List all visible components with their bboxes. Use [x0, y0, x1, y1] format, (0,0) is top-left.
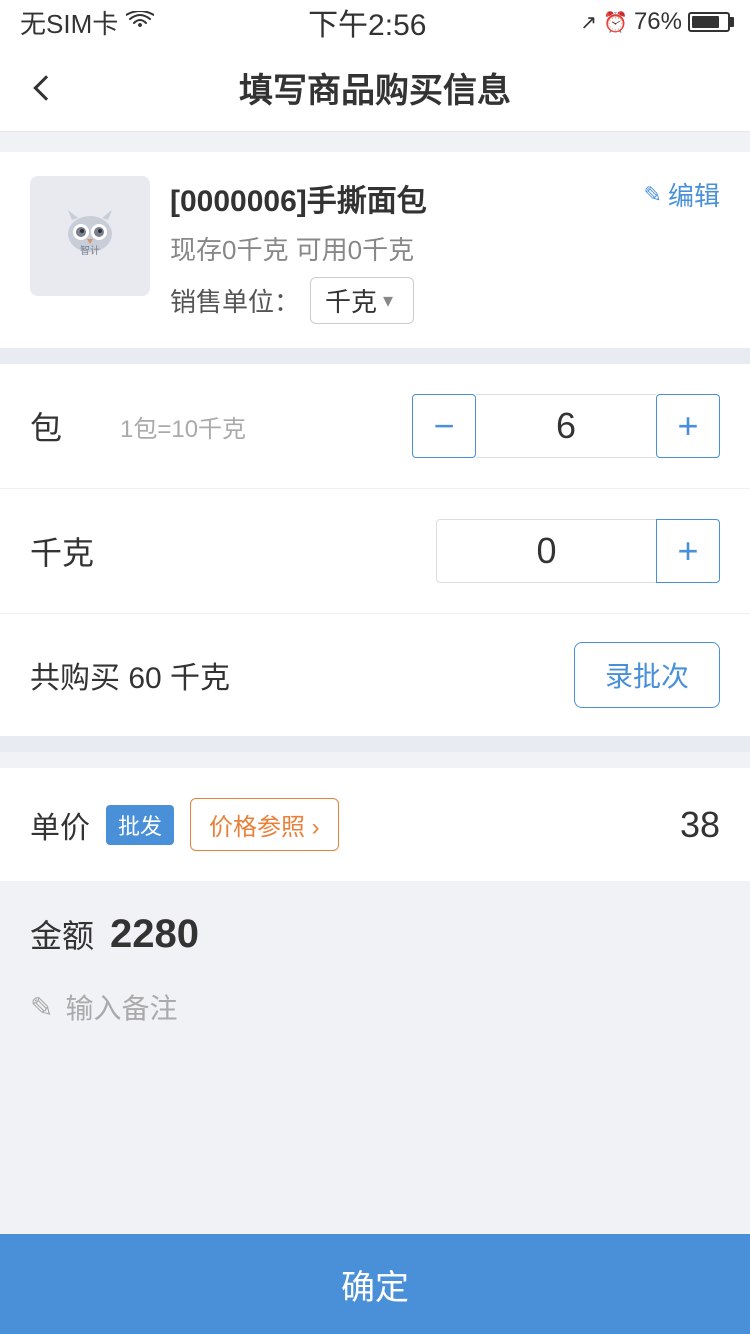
amount-row: 金额 2280: [30, 911, 720, 957]
status-right: ↗ ⏰ 76%: [580, 8, 730, 36]
product-info: [0000006]手撕面包 现存0千克 可用0千克 销售单位： 千克 ▾: [170, 176, 624, 324]
bao-label: 包: [30, 403, 110, 449]
divider-2: [0, 736, 750, 752]
carrier-text: 无SIM卡: [20, 4, 118, 41]
back-arrow-icon: [33, 75, 58, 100]
unit-value: 千克: [325, 282, 377, 319]
location-icon: ↗: [580, 10, 597, 35]
edit-icon: ✎: [644, 182, 662, 208]
status-time: 下午2:56: [308, 0, 426, 44]
confirm-button-label: 确定: [341, 1260, 409, 1309]
unit-label: 销售单位：: [170, 282, 300, 319]
unit-dropdown[interactable]: 千克 ▾: [310, 277, 414, 324]
bao-quantity-input[interactable]: [476, 394, 656, 458]
price-row: 单价 批发 价格参照 › 38: [0, 768, 750, 881]
amount-label: 金额: [30, 911, 94, 957]
confirm-bar[interactable]: 确定: [0, 1234, 750, 1334]
edit-button[interactable]: ✎ 编辑: [644, 176, 720, 213]
kg-label: 千克: [30, 528, 110, 574]
status-bar: 无SIM卡 下午2:56 ↗ ⏰ 76%: [0, 0, 750, 44]
kg-input-row: 千克 +: [0, 489, 750, 614]
edit-label: 编辑: [668, 176, 720, 213]
status-carrier: 无SIM卡: [20, 4, 154, 41]
bao-increment-button[interactable]: +: [656, 394, 720, 458]
note-row[interactable]: ✎ 输入备注: [30, 977, 720, 1037]
dropdown-caret-icon: ▾: [383, 288, 393, 313]
kg-quantity-input[interactable]: [436, 519, 656, 583]
kg-input-controls: +: [436, 519, 720, 583]
product-unit-row: 销售单位： 千克 ▾: [170, 277, 624, 324]
amount-section: 金额 2280 ✎ 输入备注: [0, 881, 750, 1057]
page-title: 填写商品购买信息: [239, 63, 511, 112]
note-placeholder: 输入备注: [65, 987, 177, 1027]
product-thumbnail: 智计: [30, 176, 150, 296]
wifi-icon: [126, 7, 154, 38]
price-label: 单价: [30, 803, 90, 847]
bao-input-row: 包 1包=10千克 − +: [0, 364, 750, 489]
product-name: [0000006]手撕面包: [170, 176, 624, 220]
alarm-icon: ⏰: [603, 10, 628, 35]
divider-1: [0, 348, 750, 364]
pencil-icon: ✎: [30, 991, 53, 1024]
back-button[interactable]: [24, 66, 68, 110]
svg-text:智计: 智计: [80, 244, 100, 256]
price-type-tag: 批发: [106, 805, 174, 845]
battery-icon: [688, 12, 730, 32]
bao-input-section: 包 1包=10千克 − + 千克 +: [0, 364, 750, 614]
bao-input-controls: − +: [412, 394, 720, 458]
amount-value: 2280: [110, 912, 199, 957]
product-image-placeholder: 智计: [60, 206, 120, 266]
nav-bar: 填写商品购买信息: [0, 44, 750, 132]
price-value: 38: [680, 804, 720, 846]
bao-decrement-button[interactable]: −: [412, 394, 476, 458]
summary-text: 共购买 60 千克: [30, 653, 230, 697]
price-section: 单价 批发 价格参照 › 38: [0, 768, 750, 881]
product-card: 智计 [0000006]手撕面包 现存0千克 可用0千克 销售单位： 千克 ▾ …: [0, 152, 750, 348]
bao-sublabel: 1包=10千克: [120, 409, 412, 444]
bottom-padding: [0, 1057, 750, 1177]
battery-percent: 76%: [634, 8, 682, 36]
kg-increment-button[interactable]: +: [656, 519, 720, 583]
price-ref-button[interactable]: 价格参照 ›: [190, 798, 339, 851]
summary-row: 共购买 60 千克 录批次: [0, 614, 750, 736]
product-stock: 现存0千克 可用0千克: [170, 230, 624, 267]
batch-button[interactable]: 录批次: [574, 642, 720, 708]
